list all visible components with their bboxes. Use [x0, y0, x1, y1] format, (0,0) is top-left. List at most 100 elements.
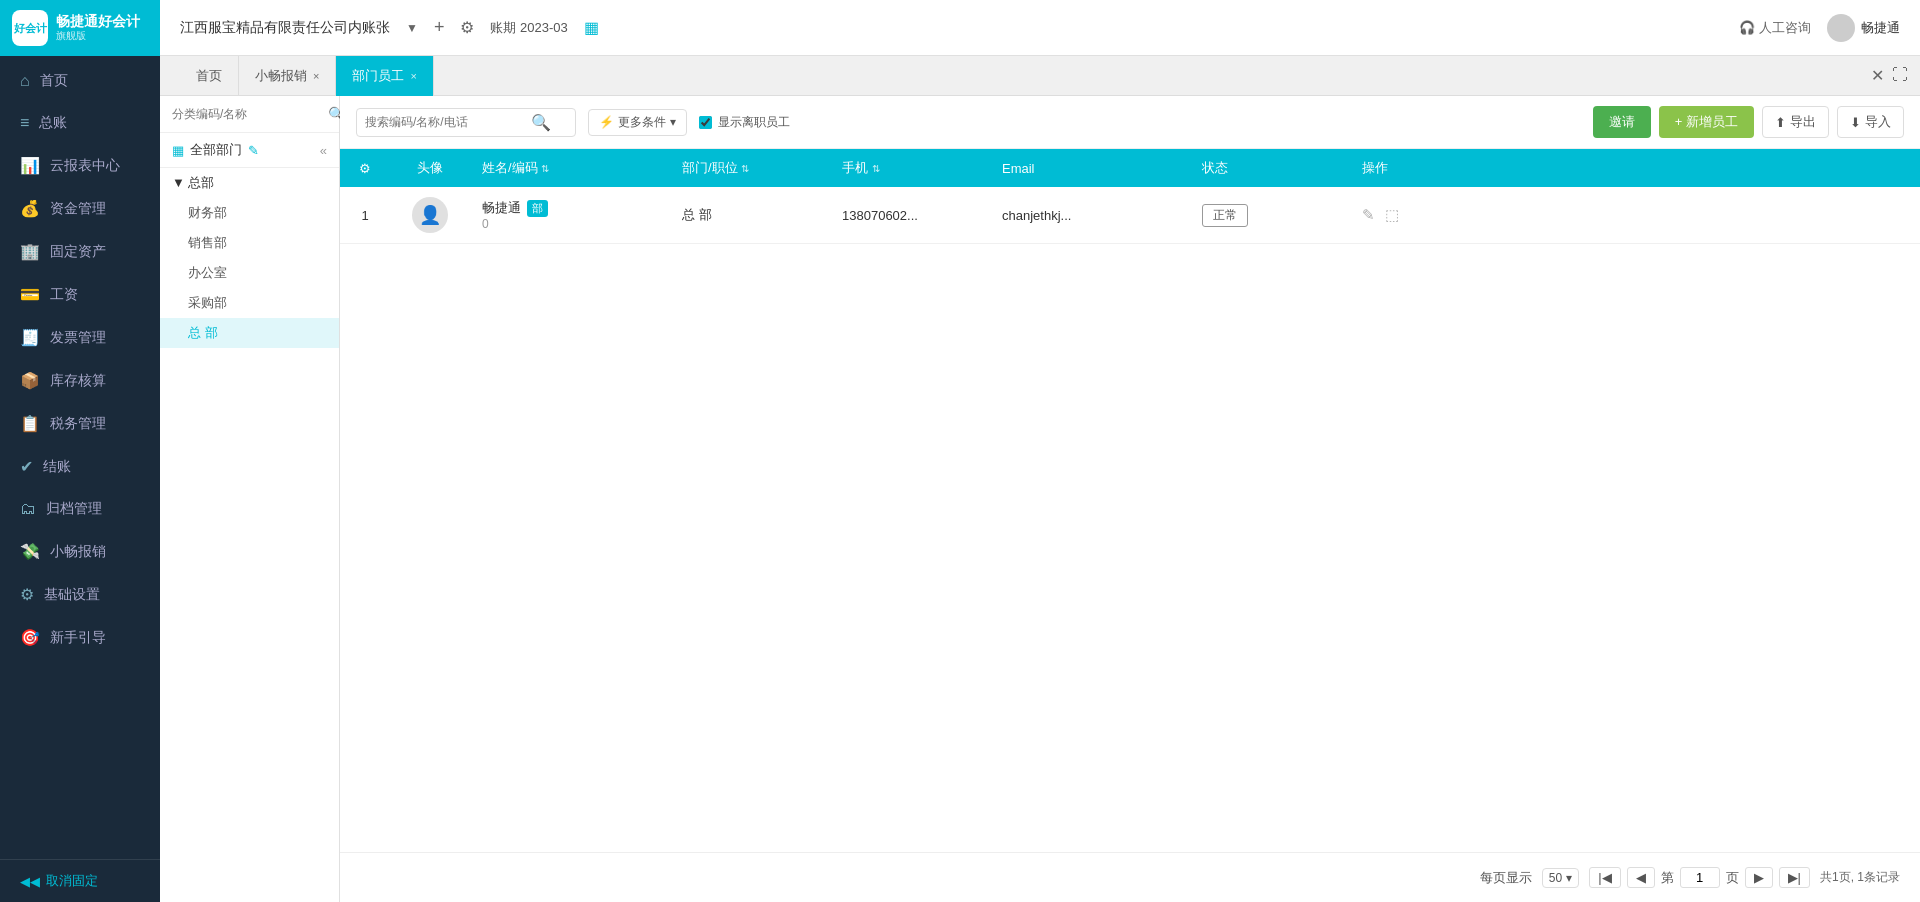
company-dropdown[interactable]: ▼ — [406, 21, 418, 35]
dept-child-sales[interactable]: 销售部 — [160, 228, 339, 258]
sidebar-pin-toggle[interactable]: ◀◀ 取消固定 — [0, 859, 160, 902]
show-resigned-input[interactable] — [699, 116, 712, 129]
close-xiaochang-tab[interactable]: × — [313, 70, 319, 82]
sort-phone-icon: ⇅ — [872, 163, 880, 174]
pin-label: 取消固定 — [46, 872, 98, 890]
dept-header-label: 全部部门 — [190, 141, 242, 159]
edit-icon[interactable]: ✎ — [1362, 206, 1375, 224]
toolbar-right: 邀请 + 新增员工 ⬆ 导出 ⬇ 导入 — [1593, 106, 1904, 138]
employee-search-input[interactable] — [365, 115, 525, 129]
user-menu[interactable]: 畅捷通 — [1827, 14, 1900, 42]
col-status: 状态 — [1190, 149, 1350, 187]
employee-table-wrap: ⚙ 头像 姓名/编码 ⇅ 部门/职位 ⇅ — [340, 149, 1920, 852]
page-label: 页 — [1726, 869, 1739, 887]
show-resigned-label: 显示离职员工 — [718, 114, 790, 131]
dept-child-finance[interactable]: 财务部 — [160, 198, 339, 228]
sidebar-item-label: 云报表中心 — [50, 157, 120, 175]
col-name-code[interactable]: 姓名/编码 ⇅ — [470, 149, 670, 187]
sidebar-item-ledger[interactable]: ≡ 总账 — [0, 102, 160, 144]
col-avatar: 头像 — [390, 149, 470, 187]
import-button[interactable]: ⬇ 导入 — [1837, 106, 1904, 138]
sidebar-item-tax[interactable]: 📋 税务管理 — [0, 402, 160, 445]
per-page-chevron: ▾ — [1566, 871, 1572, 885]
row-status: 正常 — [1190, 187, 1350, 244]
page-input[interactable] — [1680, 867, 1720, 888]
sidebar-nav: ⌂ 首页 ≡ 总账 📊 云报表中心 💰 资金管理 🏢 固定资产 💳 工资 🧾 发… — [0, 56, 160, 859]
sidebar-item-assets[interactable]: 🏢 固定资产 — [0, 230, 160, 273]
dept-child-general-active[interactable]: 总 部 — [160, 318, 339, 348]
sidebar-item-settings[interactable]: ⚙ 基础设置 — [0, 573, 160, 616]
first-page-button[interactable]: |◀ — [1589, 867, 1620, 888]
row-name-code: 畅捷通 部 0 — [470, 187, 670, 244]
guide-icon: 🎯 — [20, 628, 40, 647]
employee-code: 0 — [482, 217, 658, 231]
logout-icon[interactable]: ⬚ — [1385, 206, 1399, 224]
tabs-bar: 首页 小畅报销 × 部门员工 × ✕ ⛶ — [160, 56, 1920, 96]
close-window-icon[interactable]: ✕ — [1871, 66, 1884, 85]
sidebar-item-home[interactable]: ⌂ 首页 — [0, 60, 160, 102]
sidebar-item-label: 首页 — [40, 72, 68, 90]
tax-icon: 📋 — [20, 414, 40, 433]
avatar-image: 👤 — [412, 197, 448, 233]
per-page-select[interactable]: 50 ▾ — [1542, 868, 1579, 888]
table-header-row: ⚙ 头像 姓名/编码 ⇅ 部门/职位 ⇅ — [340, 149, 1920, 187]
sidebar-item-salary[interactable]: 💳 工资 — [0, 273, 160, 316]
main-area: 江西服宝精品有限责任公司内账张 ▼ + ⚙ 账期 2023-03 ▦ 🎧 人工咨… — [160, 0, 1920, 902]
sidebar-item-invoice[interactable]: 🧾 发票管理 — [0, 316, 160, 359]
sidebar-item-label: 总账 — [39, 114, 67, 132]
sidebar-item-inventory[interactable]: 📦 库存核算 — [0, 359, 160, 402]
sidebar-item-checkout[interactable]: ✔ 结账 — [0, 445, 160, 488]
tab-dept-staff[interactable]: 部门员工 × — [336, 56, 433, 96]
prev-page-button[interactable]: ◀ — [1627, 867, 1655, 888]
settings-gear-icon[interactable]: ⚙ — [460, 18, 474, 37]
show-resigned-checkbox[interactable]: 显示离职员工 — [699, 114, 790, 131]
employee-name: 畅捷通 — [482, 199, 521, 217]
sidebar-header: 好会计 畅捷通好会计 旗舰版 — [0, 0, 160, 56]
tab-home-label: 首页 — [196, 67, 222, 85]
checkout-icon: ✔ — [20, 457, 33, 476]
add-account-button[interactable]: + — [434, 17, 445, 38]
last-page-button[interactable]: ▶| — [1779, 867, 1810, 888]
export-button[interactable]: ⬆ 导出 — [1762, 106, 1829, 138]
dept-child-office[interactable]: 办公室 — [160, 258, 339, 288]
export-icon: ⬆ — [1775, 115, 1786, 130]
sidebar-item-xiaochang[interactable]: 💸 小畅报销 — [0, 530, 160, 573]
sidebar-item-funds[interactable]: 💰 资金管理 — [0, 187, 160, 230]
sidebar-item-label: 归档管理 — [46, 500, 102, 518]
more-filter-button[interactable]: ⚡ 更多条件 ▾ — [588, 109, 687, 136]
tab-xiaochang-reimbursement[interactable]: 小畅报销 × — [239, 56, 336, 96]
tab-home[interactable]: 首页 — [180, 56, 239, 96]
next-page-button[interactable]: ▶ — [1745, 867, 1773, 888]
dept-search-input[interactable] — [172, 107, 322, 121]
dept-edit-icon[interactable]: ✎ — [248, 143, 259, 158]
sidebar-item-guide[interactable]: 🎯 新手引导 — [0, 616, 160, 659]
sidebar-item-label: 新手引导 — [50, 629, 106, 647]
row-email: chanjethkj... — [990, 187, 1190, 244]
search-icon[interactable]: 🔍 — [531, 113, 551, 132]
col-phone[interactable]: 手机 ⇅ — [830, 149, 990, 187]
headset-icon: 🎧 — [1739, 20, 1755, 35]
dept-child-purchase[interactable]: 采购部 — [160, 288, 339, 318]
employee-table: ⚙ 头像 姓名/编码 ⇅ 部门/职位 ⇅ — [340, 149, 1920, 244]
filter-chevron-icon: ▾ — [670, 115, 676, 129]
dept-collapse-icon[interactable]: « — [320, 143, 327, 158]
reports-icon: 📊 — [20, 156, 40, 175]
assets-icon: 🏢 — [20, 242, 40, 261]
dept-parent-general[interactable]: ▼ 总部 — [160, 168, 339, 198]
dept-search: 🔍 — [160, 96, 339, 133]
col-settings[interactable]: ⚙ — [340, 149, 390, 187]
col-dept-position[interactable]: 部门/职位 ⇅ — [670, 149, 830, 187]
calendar-icon[interactable]: ▦ — [584, 18, 599, 37]
salary-icon: 💳 — [20, 285, 40, 304]
row-avatar: 👤 — [390, 187, 470, 244]
maximize-icon[interactable]: ⛶ — [1892, 66, 1908, 85]
dept-header: ▦ 全部部门 ✎ « — [160, 133, 339, 168]
invoice-icon: 🧾 — [20, 328, 40, 347]
service-button[interactable]: 🎧 人工咨询 — [1739, 19, 1811, 37]
sidebar-item-reports[interactable]: 📊 云报表中心 — [0, 144, 160, 187]
sidebar-item-archive[interactable]: 🗂 归档管理 — [0, 488, 160, 530]
close-dept-staff-tab[interactable]: × — [410, 70, 416, 82]
sort-dept-icon: ⇅ — [741, 163, 749, 174]
invite-button[interactable]: 邀请 — [1593, 106, 1651, 138]
add-employee-button[interactable]: + 新增员工 — [1659, 106, 1754, 138]
